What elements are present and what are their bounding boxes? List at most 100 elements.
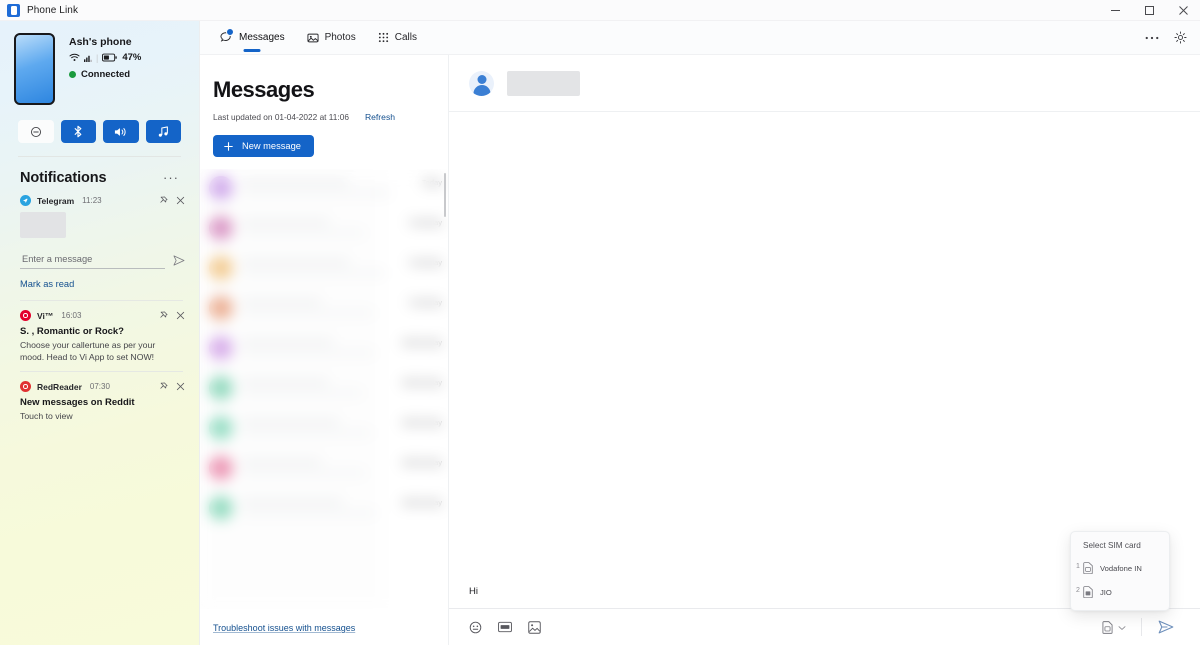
tab-active-indicator bbox=[243, 49, 261, 52]
content-area: Messages Last updated on 01-04-2022 at 1… bbox=[200, 55, 1200, 645]
notification-header: RedReader 07:30 bbox=[20, 381, 185, 392]
conversation-row[interactable]: Wednesday bbox=[200, 449, 448, 489]
conversation-scrollbar[interactable] bbox=[443, 173, 446, 217]
conversation-row[interactable]: Wednesday bbox=[200, 369, 448, 409]
conversation-row[interactable]: Yesterday bbox=[200, 249, 448, 289]
notification-title: S. , Romantic or Rock? bbox=[20, 326, 124, 337]
notification-actions bbox=[159, 196, 185, 205]
notification-item-telegram[interactable]: Telegram 11:23 Enter a message Mark as r… bbox=[0, 186, 199, 300]
avatar bbox=[209, 176, 233, 200]
conversation-row[interactable]: Wednesday bbox=[200, 409, 448, 449]
conversation-row[interactable]: Today bbox=[200, 169, 448, 209]
sim-card-icon bbox=[1102, 620, 1113, 634]
tab-label: Calls bbox=[394, 32, 417, 43]
pin-icon[interactable] bbox=[159, 196, 168, 205]
window-controls bbox=[1098, 0, 1200, 21]
notification-time: 07:30 bbox=[89, 382, 110, 391]
conversation-time: Wednesday bbox=[402, 378, 442, 387]
maximize-button[interactable] bbox=[1132, 0, 1166, 21]
conversation-row[interactable]: Wednesday bbox=[200, 489, 448, 529]
ringer-volume-toggle[interactable] bbox=[103, 120, 139, 143]
phone-illustration bbox=[14, 33, 55, 105]
phone-link-window: Phone Link Ash's phone | 47% Connected N… bbox=[0, 0, 1200, 645]
emoji-icon[interactable] bbox=[469, 621, 482, 634]
more-options-button[interactable] bbox=[1139, 25, 1165, 51]
cellular-signal-icon bbox=[84, 54, 92, 62]
gear-icon bbox=[1173, 31, 1187, 44]
notifications-more-button[interactable]: ··· bbox=[157, 170, 185, 186]
device-card: Ash's phone | 47% Connected bbox=[0, 21, 199, 105]
notification-item-vi[interactable]: Vi™ 16:03 S. , Romantic or Rock? Choose … bbox=[0, 301, 199, 371]
tab-calls[interactable]: Calls bbox=[367, 21, 428, 55]
composer-toolbar bbox=[449, 609, 1200, 645]
refresh-button[interactable]: Refresh bbox=[365, 112, 395, 122]
device-name: Ash's phone bbox=[69, 36, 132, 48]
conversation-preview bbox=[242, 256, 400, 276]
notification-reply-row bbox=[20, 251, 185, 269]
notification-app-name: RedReader bbox=[37, 381, 82, 392]
image-icon[interactable] bbox=[528, 620, 541, 634]
new-message-label: New message bbox=[242, 141, 301, 151]
window-body: Ash's phone | 47% Connected Notification… bbox=[0, 21, 1200, 645]
conversation-time: Today bbox=[421, 178, 442, 187]
connection-status: Connected bbox=[69, 69, 141, 80]
person-avatar-icon bbox=[469, 70, 494, 96]
send-button[interactable] bbox=[1152, 617, 1180, 637]
new-message-button[interactable]: New message bbox=[213, 135, 314, 157]
troubleshoot-link[interactable]: Troubleshoot issues with messages bbox=[213, 623, 355, 633]
sim-option-label: JIO bbox=[1100, 587, 1112, 597]
avatar bbox=[209, 496, 233, 520]
close-icon[interactable] bbox=[176, 311, 185, 320]
conversation-list-panel: Messages Last updated on 01-04-2022 at 1… bbox=[200, 55, 449, 645]
close-icon[interactable] bbox=[176, 382, 185, 391]
conversation-preview bbox=[242, 376, 393, 396]
notification-app-name: Vi™ bbox=[37, 310, 54, 321]
conversation-preview bbox=[242, 416, 393, 436]
notification-header: Telegram 11:23 bbox=[20, 195, 185, 206]
conversation-time: Yesterday bbox=[408, 298, 443, 307]
device-meta: Ash's phone | 47% Connected bbox=[69, 33, 141, 105]
composer-right-actions bbox=[1097, 615, 1180, 639]
close-icon[interactable] bbox=[176, 196, 185, 205]
composer-divider bbox=[1141, 618, 1142, 636]
conversation-preview bbox=[242, 456, 393, 476]
avatar bbox=[209, 456, 233, 480]
conversation-list[interactable]: Today Yesterday Yesterday Yesterday Wedn… bbox=[200, 169, 448, 609]
telegram-icon bbox=[20, 195, 31, 206]
close-button[interactable] bbox=[1166, 0, 1200, 21]
battery-icon bbox=[102, 53, 118, 62]
notifications-title: Notifications bbox=[20, 170, 107, 186]
notification-item-redreader[interactable]: RedReader 07:30 New messages on Reddit T… bbox=[0, 372, 199, 430]
pin-icon[interactable] bbox=[159, 311, 168, 320]
sim-selector-button[interactable] bbox=[1097, 615, 1131, 639]
conversation-row[interactable]: Wednesday bbox=[200, 329, 448, 369]
last-updated-row: Last updated on 01-04-2022 at 11:06 Refr… bbox=[213, 112, 448, 122]
settings-button[interactable] bbox=[1167, 25, 1193, 51]
sim-option-index: 2 bbox=[1076, 587, 1080, 594]
media-audio-toggle[interactable] bbox=[145, 120, 181, 143]
bluetooth-toggle[interactable] bbox=[60, 120, 96, 143]
dnd-toggle[interactable] bbox=[18, 120, 54, 143]
reply-input[interactable] bbox=[20, 251, 165, 269]
wifi-icon bbox=[69, 53, 80, 62]
sim-option-vodafone[interactable]: 1 Vodafone IN bbox=[1071, 556, 1169, 580]
conversation-preview bbox=[242, 216, 400, 236]
messages-unread-badge bbox=[226, 27, 234, 36]
main-area: Messages Photos Calls Messages Last upda… bbox=[200, 21, 1200, 645]
sim-card-icon bbox=[1083, 562, 1093, 574]
conversation-preview bbox=[242, 336, 393, 356]
send-icon[interactable] bbox=[173, 255, 185, 269]
sim-option-jio[interactable]: 2 JIO bbox=[1071, 580, 1169, 604]
conversation-row[interactable]: Yesterday bbox=[200, 209, 448, 249]
minimize-button[interactable] bbox=[1098, 0, 1132, 21]
tab-photos[interactable]: Photos bbox=[296, 21, 367, 55]
battery-percentage: 47% bbox=[122, 52, 142, 63]
tab-bar: Messages Photos Calls bbox=[200, 21, 1200, 55]
conversation-row[interactable]: Yesterday bbox=[200, 289, 448, 329]
tab-messages[interactable]: Messages bbox=[209, 21, 296, 55]
pin-icon[interactable] bbox=[159, 382, 168, 391]
mark-as-read-button[interactable]: Mark as read bbox=[20, 279, 74, 289]
conversation-time: Wednesday bbox=[402, 418, 442, 427]
sim-card-popup: Select SIM card 1 Vodafone IN 2 JIO bbox=[1070, 531, 1170, 611]
gif-icon[interactable] bbox=[498, 621, 512, 633]
